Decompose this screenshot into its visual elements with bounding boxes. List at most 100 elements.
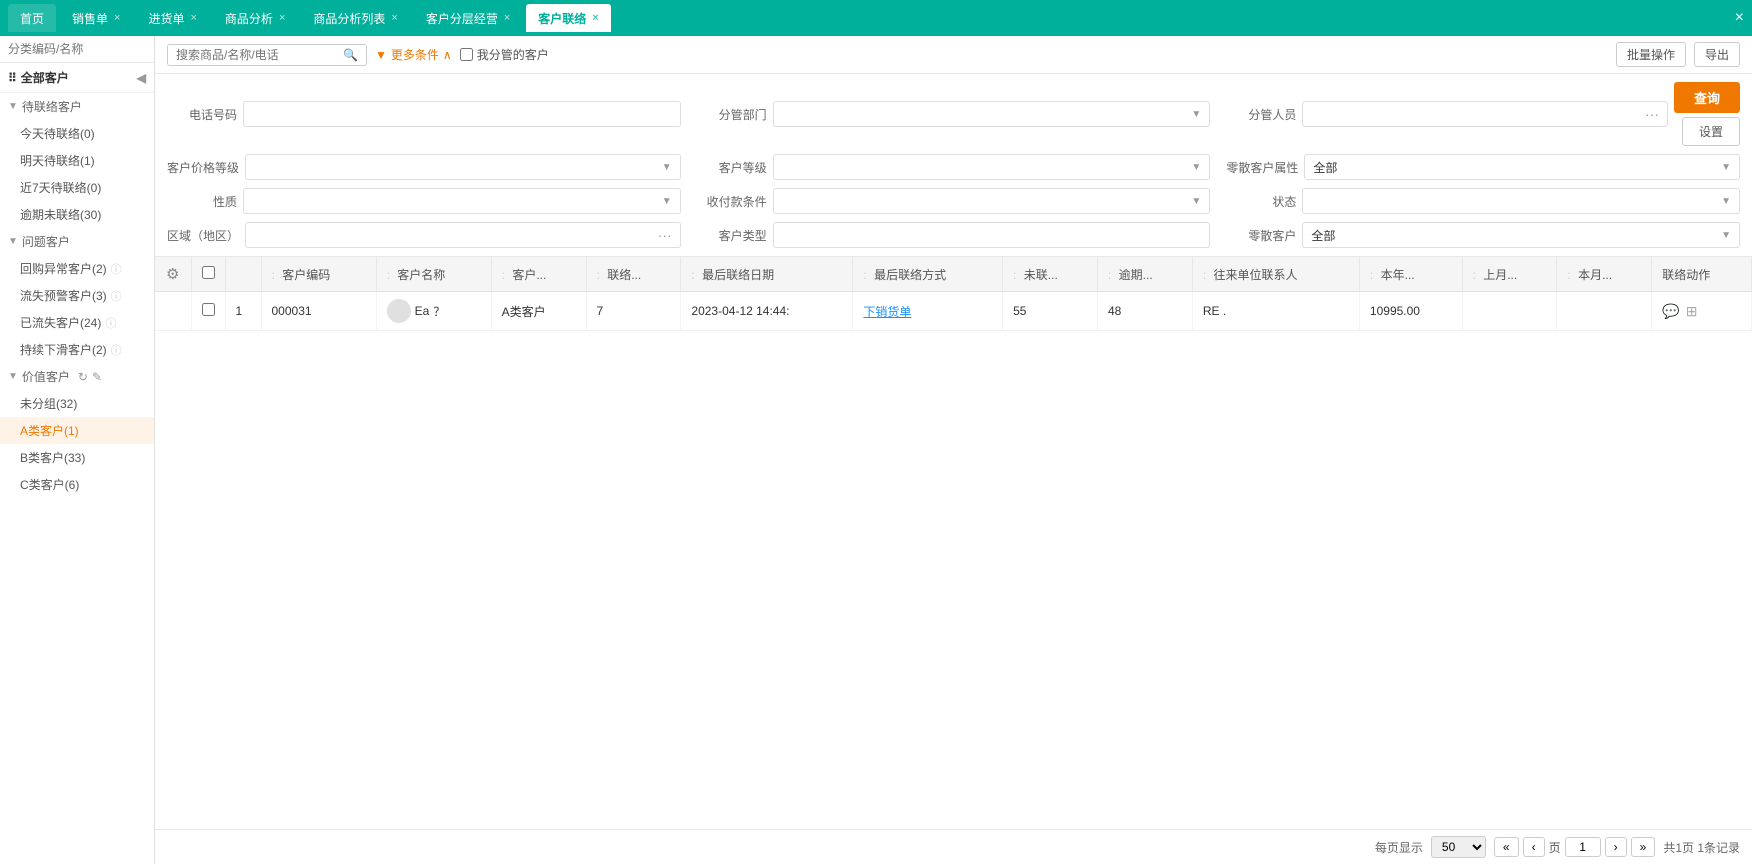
sidebar-item-7days-pending[interactable]: 近7天待联络(0) <box>0 174 154 201</box>
filter-label-retail: 零散客户 <box>1226 227 1296 244</box>
sidebar-item-repurchase-abnormal[interactable]: 回购异常客户(2) ⓘ <box>0 255 154 282</box>
tab-sales-close[interactable]: × <box>114 12 120 24</box>
row-checkbox[interactable] <box>202 303 215 316</box>
edit-icon[interactable]: ✎ <box>92 370 102 384</box>
tab-purchase-close[interactable]: × <box>190 12 196 24</box>
my-customers-checkbox[interactable]: 我分管的客户 <box>460 46 549 63</box>
row-last-contact-method[interactable]: 下销货单 <box>863 305 911 319</box>
collapse-icon[interactable]: ◀ <box>137 71 146 85</box>
page-label: 页 <box>1549 839 1561 856</box>
my-customers-check[interactable] <box>460 48 473 61</box>
col-no-contact[interactable]: : 未联... <box>1003 257 1098 292</box>
col-last-month[interactable]: : 上月... <box>1462 257 1557 292</box>
tab-goods-analysis-list[interactable]: 商品分析列表 × <box>301 4 409 32</box>
chat-icon[interactable]: 💬 <box>1662 303 1679 320</box>
filter-search-input[interactable] <box>176 48 339 62</box>
settings-button[interactable]: 设置 <box>1682 117 1740 146</box>
info-icon-4: ⓘ <box>111 342 122 358</box>
prev-page-button[interactable]: ‹ <box>1523 837 1545 857</box>
col-overdue[interactable]: : 逾期... <box>1097 257 1192 292</box>
col-this-year[interactable]: : 本年... <box>1359 257 1462 292</box>
sidebar-item-overdue-pending-label: 逾期未联络(30) <box>20 206 101 223</box>
filter-input-price-grade[interactable]: ▼ <box>245 154 681 180</box>
page-size-select[interactable]: 50 100 200 <box>1431 836 1486 858</box>
filter-input-payment[interactable]: ▼ <box>773 188 1211 214</box>
all-customers-header[interactable]: ⠿ 全部客户 ◀ <box>0 63 154 93</box>
sidebar-group-pending[interactable]: ▼ 待联络客户 <box>0 93 154 120</box>
more-conditions-btn[interactable]: ▼ 更多条件 ∧ <box>375 46 452 63</box>
col-contact[interactable]: : 联络... <box>586 257 681 292</box>
filter-row-nature: 性质 ▼ <box>167 188 681 214</box>
export-button[interactable]: 导出 <box>1694 42 1740 67</box>
sidebar-item-declining[interactable]: 持续下滑客户(2) ⓘ <box>0 336 154 363</box>
col-gear[interactable]: ⚙ <box>155 257 191 292</box>
col-this-month[interactable]: : 本月... <box>1557 257 1652 292</box>
last-page-button[interactable]: » <box>1631 837 1656 857</box>
current-page-input[interactable] <box>1565 837 1601 857</box>
next-page-button[interactable]: › <box>1605 837 1627 857</box>
tab-goods-analysis-list-label: 商品分析列表 <box>313 10 385 27</box>
grid-action-icon[interactable]: ⊞ <box>1686 303 1698 320</box>
tab-customer-contact[interactable]: 客户联络 × <box>526 4 610 32</box>
select-all-checkbox[interactable] <box>202 266 215 279</box>
sidebar-item-churned[interactable]: 已流失客户(24) ⓘ <box>0 309 154 336</box>
tab-purchase[interactable]: 进货单 × <box>136 4 208 32</box>
filter-input-customer-grade[interactable]: ▼ <box>773 154 1211 180</box>
filter-input-region[interactable]: ··· <box>245 222 681 248</box>
filter-input-retail-attr[interactable]: 全部▼ <box>1304 154 1740 180</box>
settings-gear-icon[interactable]: ⚙ <box>166 266 179 283</box>
col-last-contact-date[interactable]: : 最后联络日期 <box>681 257 853 292</box>
col-name[interactable]: : 客户名称 <box>376 257 491 292</box>
query-button[interactable]: 查询 <box>1674 82 1740 113</box>
tab-sales[interactable]: 销售单 × <box>60 4 132 32</box>
sidebar-item-7days-pending-label: 近7天待联络(0) <box>20 179 101 196</box>
row-index-cell: 1 <box>225 292 261 331</box>
bottom-bar: 每页显示 50 100 200 « ‹ 页 › » 共1页 1条记录 <box>155 829 1752 864</box>
filter-input-retail[interactable]: 全部▼ <box>1302 222 1740 248</box>
sidebar-group-problem[interactable]: ▼ 问题客户 <box>0 228 154 255</box>
sidebar-item-c-class[interactable]: C类客户(6) <box>0 471 154 498</box>
filter-search-icon[interactable]: 🔍 <box>343 48 358 62</box>
first-page-button[interactable]: « <box>1494 837 1519 857</box>
row-checkbox-cell[interactable] <box>191 292 225 331</box>
sidebar-group-value[interactable]: ▼ 价值客户 ↻ ✎ <box>0 363 154 390</box>
sidebar-item-a-class[interactable]: A类客户(1) <box>0 417 154 444</box>
tab-customer-segment[interactable]: 客户分层经营 × <box>414 4 522 32</box>
tab-customer-segment-close[interactable]: × <box>504 12 510 24</box>
filter-input-nature[interactable]: ▼ <box>243 188 681 214</box>
tab-customer-contact-close[interactable]: × <box>592 12 598 24</box>
sidebar-item-ungrouped[interactable]: 未分组(32) <box>0 390 154 417</box>
col-unit-contact[interactable]: : 往来单位联系人 <box>1192 257 1359 292</box>
filter-row-phone: 电话号码 <box>167 82 681 146</box>
filter-label-retail-attr: 零散客户属性 <box>1226 159 1298 176</box>
filter-input-phone[interactable] <box>243 101 681 127</box>
tab-goods-analysis-close[interactable]: × <box>279 12 285 24</box>
sidebar-item-overdue-pending[interactable]: 逾期未联络(30) <box>0 201 154 228</box>
refresh-icon[interactable]: ↻ <box>78 370 88 384</box>
tab-goods-analysis[interactable]: 商品分析 × <box>213 4 297 32</box>
batch-ops-button[interactable]: 批量操作 <box>1616 42 1686 67</box>
table-header-row: ⚙ : 客户编码 : 客户名称 <box>155 257 1752 292</box>
sidebar-group-value-label: 价值客户 <box>22 368 70 385</box>
close-all-icon[interactable]: × <box>1735 9 1744 27</box>
col-code[interactable]: : 客户编码 <box>261 257 376 292</box>
col-type[interactable]: : 客户... <box>491 257 586 292</box>
filter-input-manager[interactable]: ··· <box>1302 101 1668 127</box>
sidebar-item-tomorrow-pending[interactable]: 明天待联络(1) <box>0 147 154 174</box>
filter-input-dept[interactable]: ▼ <box>773 101 1211 127</box>
filter-input-customer-type[interactable] <box>773 222 1211 248</box>
sidebar-item-churn-warning[interactable]: 流失预警客户(3) ⓘ <box>0 282 154 309</box>
col-last-contact-method[interactable]: : 最后联络方式 <box>853 257 1003 292</box>
page-nav: « ‹ 页 › » <box>1494 837 1655 857</box>
filter-input-status[interactable]: ▼ <box>1302 188 1740 214</box>
tab-home[interactable]: 首页 <box>8 4 56 32</box>
sidebar-item-today-pending[interactable]: 今天待联络(0) <box>0 120 154 147</box>
col-sep-od: : <box>1108 268 1111 282</box>
sidebar-item-b-class[interactable]: B类客户(33) <box>0 444 154 471</box>
tab-goods-analysis-list-close[interactable]: × <box>391 12 397 24</box>
sidebar-item-b-class-label: B类客户(33) <box>20 449 85 466</box>
sidebar-search-input[interactable] <box>8 42 155 56</box>
triangle-icon: ▼ <box>8 101 18 112</box>
filter-label-price-grade: 客户价格等级 <box>167 159 239 176</box>
row-overdue-cell: 48 <box>1097 292 1192 331</box>
